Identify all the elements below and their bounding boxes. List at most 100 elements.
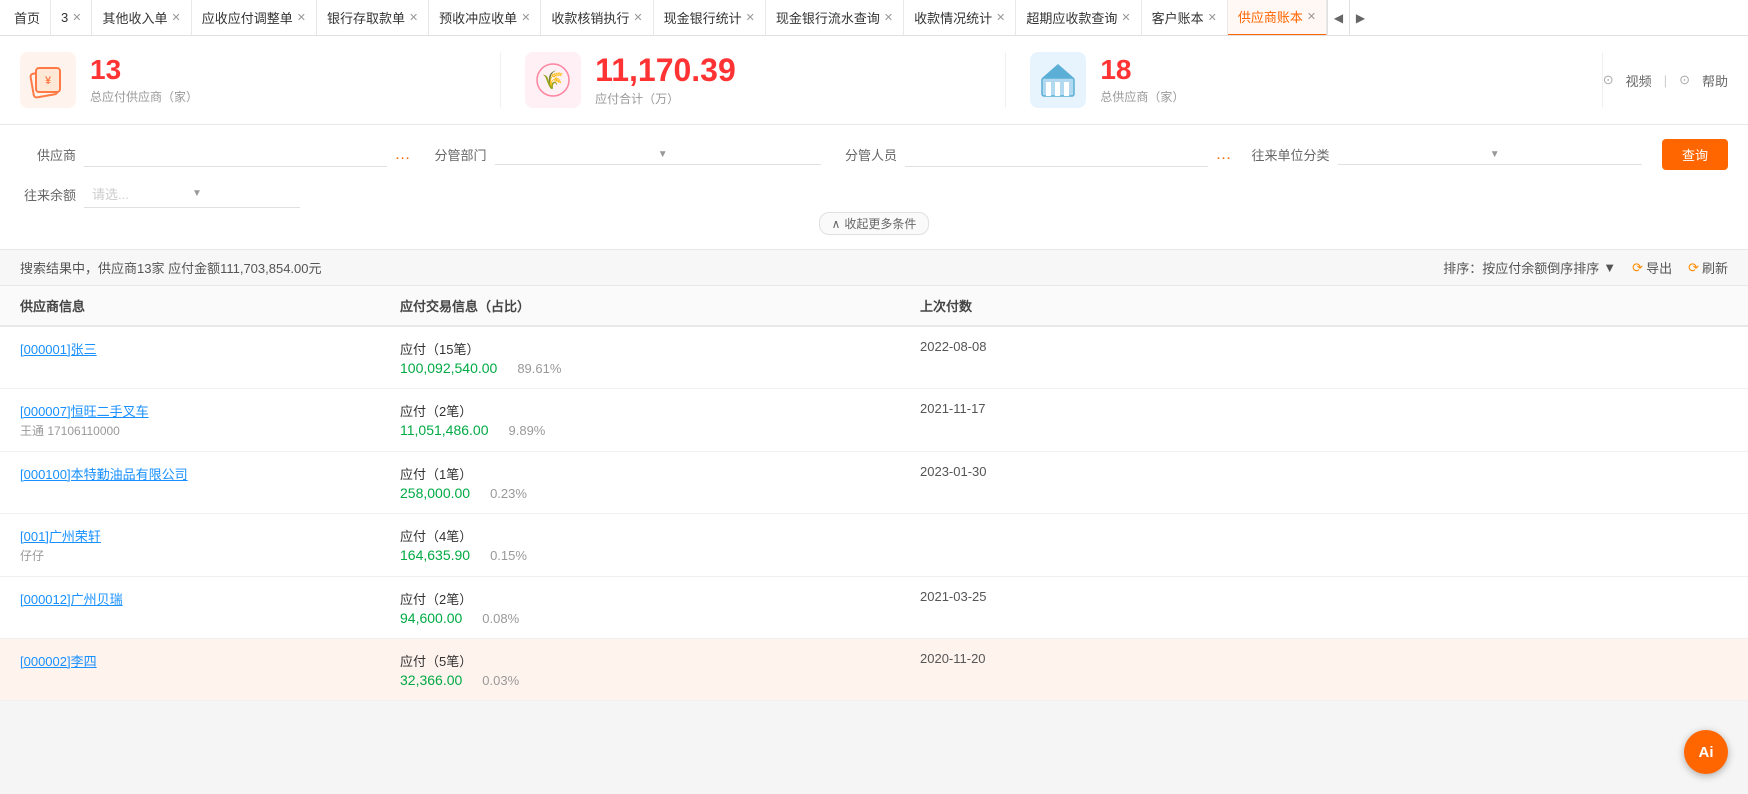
nav-tab-overdue-query-label: 超期应收款查询 [1026, 8, 1117, 27]
chevron-down-icon-2: ▼ [1490, 149, 1634, 160]
collapse-icon: ∧ [832, 217, 841, 231]
filter-dots-supplier[interactable]: … [395, 146, 411, 164]
stat-payable-amount: 🌾 11,170.39 应付合计（万） [501, 52, 1006, 108]
sort-icon: ▼ [1603, 260, 1616, 275]
stat-payable-suppliers-number: 13 [90, 55, 198, 86]
supplier-name-6[interactable]: [000002]李四 [20, 651, 400, 670]
last-pay-date-3: 2023-01-30 [920, 464, 987, 479]
refresh-button[interactable]: ⟳ 刷新 [1688, 258, 1728, 277]
filter-select-balance-value: 请选... [92, 184, 192, 203]
last-pay-date-2: 2021-11-17 [920, 401, 986, 416]
video-link[interactable]: 视频 [1626, 71, 1652, 90]
nav-tab-customer-account[interactable]: 客户账本 ✕ [1142, 0, 1228, 36]
nav-tab-advance-collect-label: 预收冲应收单 [439, 8, 517, 27]
supplier-name-5[interactable]: [000012]广州贝瑞 [20, 589, 400, 608]
supplier-name-3[interactable]: [000100]本特勤油品有限公司 [20, 464, 400, 483]
nav-tab-advance-collect-close[interactable]: ✕ [521, 11, 530, 24]
nav-tab-supplier-account[interactable]: 供应商账本 ✕ [1228, 0, 1327, 36]
lastpay-1: 2022-08-08 [920, 339, 1728, 354]
nav-tab-receipt-stat-close[interactable]: ✕ [996, 11, 1005, 24]
lastpay-6: 2020-11-20 [920, 651, 1728, 666]
nav-tab-bank-deposit[interactable]: 银行存取款单 ✕ [317, 0, 429, 36]
nav-tab-cash-bank-stat[interactable]: 现金银行统计 ✕ [654, 0, 766, 36]
transaction-info-5: 应付（2笔） 94,600.00 0.08% [400, 589, 920, 626]
col-header-lastpay: 上次付数 [920, 296, 1728, 315]
transaction-info-4: 应付（4笔） 164,635.90 0.15% [400, 526, 920, 563]
nav-tab-cash-bank-stat-close[interactable]: ✕ [746, 11, 755, 24]
tx-amount-1[interactable]: 100,092,540.00 [400, 360, 497, 376]
svg-text:🌾: 🌾 [542, 70, 564, 90]
tx-amount-3[interactable]: 258,000.00 [400, 485, 470, 501]
nav-tab-ar-adjust-close[interactable]: ✕ [297, 11, 306, 24]
tx-pct-2: 9.89% [509, 423, 546, 438]
nav-tab-cash-bank-flow-close[interactable]: ✕ [884, 11, 893, 24]
nav-tab-cash-bank-flow[interactable]: 现金银行流水查询 ✕ [766, 0, 904, 36]
sort-button[interactable]: 排序：按应付余额倒序排序 ▼ [1443, 258, 1616, 277]
stat-total-suppliers-content: 18 总供应商（家） [1100, 55, 1184, 105]
nav-tab-supplier-account-close[interactable]: ✕ [1307, 10, 1316, 23]
supplier-name-2[interactable]: [000007]恒旺二手叉车 [20, 401, 400, 420]
filter-area: 供应商 … 分管部门 ▼ 分管人员 … 往来单位分类 ▼ 查询 [0, 125, 1748, 250]
nav-tab-receipt-verify-label: 收款核销执行 [551, 8, 629, 27]
table-row: [000002]李四 应付（5笔） 32,366.00 0.03% 2020-1… [0, 639, 1748, 701]
nav-tab-receipt-verify-close[interactable]: ✕ [633, 11, 642, 24]
tx-row-5: 94,600.00 0.08% [400, 610, 920, 626]
supplier-name-1[interactable]: [000001]张三 [20, 339, 400, 358]
help-link[interactable]: 帮助 [1702, 71, 1728, 90]
nav-tab-overdue-query[interactable]: 超期应收款查询 ✕ [1016, 0, 1141, 36]
table-row: [001]广州荣轩 仔仔 应付（4笔） 164,635.90 0.15% [0, 514, 1748, 577]
nav-tab-3[interactable]: 3 ✕ [51, 0, 92, 36]
table-row: [000001]张三 应付（15笔） 100,092,540.00 89.61%… [0, 327, 1748, 389]
nav-tab-3-close[interactable]: ✕ [72, 11, 81, 24]
result-bar: 搜索结果中，供应商13家 应付金额111,703,854.00元 排序：按应付余… [0, 250, 1748, 286]
tx-label-6: 应付（5笔） [400, 651, 920, 670]
col-header-transaction: 应付交易信息（占比） [400, 296, 920, 315]
tx-row-4: 164,635.90 0.15% [400, 547, 920, 563]
nav-tab-receipt-stat[interactable]: 收款情况统计 ✕ [904, 0, 1016, 36]
tx-label-1: 应付（15笔） [400, 339, 920, 358]
tx-amount-5[interactable]: 94,600.00 [400, 610, 462, 626]
filter-item-unit-category: 往来单位分类 ▼ [1252, 145, 1643, 165]
filter-input-person[interactable] [905, 143, 1208, 167]
col-header-supplier: 供应商信息 [20, 296, 400, 315]
tx-label-5: 应付（2笔） [400, 589, 920, 608]
filter-label-balance: 往来余额 [20, 185, 76, 204]
tx-amount-6[interactable]: 32,366.00 [400, 672, 462, 688]
filter-select-dept[interactable]: ▼ [495, 145, 822, 165]
nav-tab-receipt-verify[interactable]: 收款核销执行 ✕ [541, 0, 653, 36]
table-row: [000007]恒旺二手叉车 王通 17106110000 应付（2笔） 11,… [0, 389, 1748, 452]
collapse-button[interactable]: ∧ 收起更多条件 [819, 212, 930, 235]
filter-select-balance[interactable]: 请选... ▼ [84, 180, 300, 208]
supplier-name-4[interactable]: [001]广州荣轩 [20, 526, 400, 545]
tx-amount-2[interactable]: 11,051,486.00 [400, 422, 489, 438]
tx-amount-4[interactable]: 164,635.90 [400, 547, 470, 563]
export-button[interactable]: ⟳ 导出 [1632, 258, 1672, 277]
nav-arrow-left[interactable]: ◀ [1327, 0, 1349, 36]
table-header: 供应商信息 应付交易信息（占比） 上次付数 [0, 286, 1748, 327]
filter-input-supplier[interactable] [84, 143, 387, 167]
nav-tab-bank-deposit-close[interactable]: ✕ [409, 11, 418, 24]
tx-label-2: 应付（2笔） [400, 401, 920, 420]
filter-select-unit-category[interactable]: ▼ [1338, 145, 1642, 165]
stat-payable-amount-label: 应付合计（万） [595, 90, 736, 107]
tx-label-3: 应付（1笔） [400, 464, 920, 483]
ai-badge[interactable]: Ai [1684, 730, 1728, 774]
nav-tab-cash-bank-flow-label: 现金银行流水查询 [776, 8, 880, 27]
nav-tab-customer-account-close[interactable]: ✕ [1208, 11, 1217, 24]
stat-actions: ⊙ 视频 | ⊙ 帮助 [1603, 71, 1728, 90]
filter-dots-person[interactable]: … [1216, 146, 1232, 164]
nav-tab-other-income[interactable]: 其他收入单 ✕ [92, 0, 191, 36]
stat-total-suppliers-icon [1030, 52, 1086, 108]
nav-tab-other-income-close[interactable]: ✕ [171, 11, 180, 24]
query-button[interactable]: 查询 [1662, 139, 1728, 170]
export-icon: ⟳ [1632, 260, 1643, 276]
nav-tab-overdue-query-close[interactable]: ✕ [1121, 11, 1130, 24]
nav-tab-advance-collect[interactable]: 预收冲应收单 ✕ [429, 0, 541, 36]
nav-tab-ar-adjust[interactable]: 应收应付调整单 ✕ [192, 0, 317, 36]
nav-arrow-right[interactable]: ▶ [1349, 0, 1371, 36]
filter-item-person: 分管人员 … [841, 143, 1232, 167]
video-icon: ⊙ [1603, 72, 1614, 88]
nav-tab-home[interactable]: 首页 [4, 0, 51, 36]
table-row: [000100]本特勤油品有限公司 应付（1笔） 258,000.00 0.23… [0, 452, 1748, 514]
stat-payable-suppliers-label: 总应付供应商（家） [90, 88, 198, 105]
